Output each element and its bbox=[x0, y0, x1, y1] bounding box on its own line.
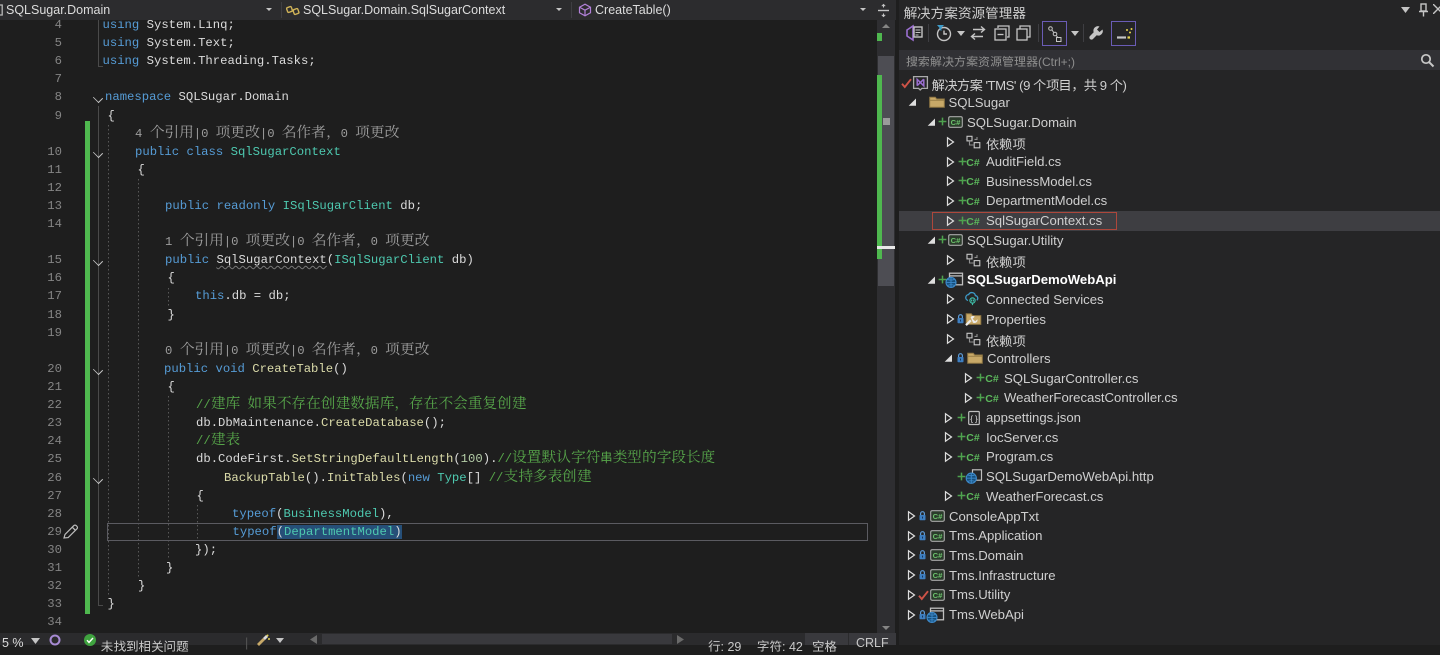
svg-text:C#: C# bbox=[932, 591, 942, 600]
svg-text:C#: C# bbox=[932, 571, 942, 580]
svg-text:{ }: { } bbox=[970, 413, 978, 423]
svg-text:C#: C# bbox=[985, 393, 999, 405]
svg-text:C#: C# bbox=[950, 236, 960, 245]
svg-text:C#: C# bbox=[932, 512, 942, 521]
svg-text:C#: C# bbox=[966, 176, 980, 188]
svg-text:C#: C# bbox=[950, 118, 960, 127]
svg-text:C#: C# bbox=[966, 432, 980, 444]
svg-text:C#: C# bbox=[932, 551, 942, 560]
svg-text:C#: C# bbox=[966, 491, 980, 503]
svg-text:C#: C# bbox=[966, 196, 980, 208]
svg-text:C#: C# bbox=[985, 373, 999, 385]
svg-text:C#: C# bbox=[966, 452, 980, 464]
svg-text:C#: C# bbox=[966, 157, 980, 169]
svg-text:C#: C# bbox=[932, 532, 942, 541]
